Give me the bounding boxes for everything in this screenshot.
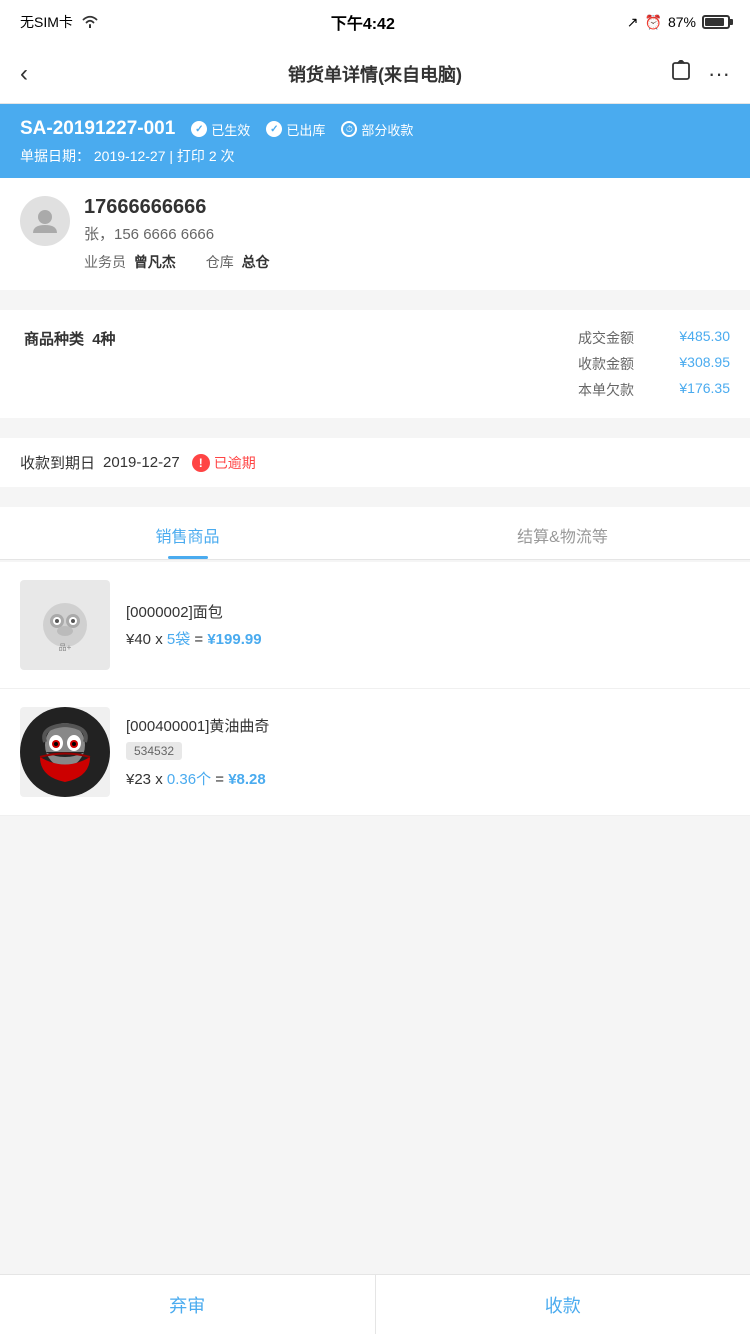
- amount-value: ¥485.30: [650, 328, 730, 348]
- cancel-button[interactable]: 弃审: [0, 1275, 376, 1334]
- product-thumbnail-1: 品+: [20, 580, 110, 670]
- total-2: ¥8.28: [228, 771, 266, 788]
- avatar: [20, 196, 70, 246]
- order-date: 2019-12-27: [94, 148, 166, 164]
- bottom-bar: 弃审 收款: [0, 1274, 750, 1334]
- product-info-2: [000400001]黄油曲奇 534532 ¥23 x 0.36个 = ¥8.…: [126, 715, 730, 789]
- clock-icon: ⏱: [341, 121, 357, 137]
- due-date-section: 收款到期日 2019-12-27 ! 已逾期: [0, 438, 750, 487]
- battery-text: 87%: [668, 14, 696, 30]
- overdue-text: 已逾期: [214, 453, 256, 473]
- back-button[interactable]: ‹: [12, 52, 36, 96]
- price-base-2: ¥23: [126, 771, 151, 788]
- badge-active: ✓ 已生效: [191, 120, 250, 139]
- warehouse-field: 仓库 总仓: [206, 252, 270, 272]
- due-date-value: 2019-12-27: [103, 454, 180, 471]
- product-sku-2: 534532: [126, 742, 182, 760]
- carrier-text: 无SIM卡: [20, 12, 73, 32]
- status-bar: 无SIM卡 下午4:42 ↗ ⏰ 87%: [0, 0, 750, 44]
- warehouse-label: 仓库: [206, 254, 234, 270]
- owed-row: 本单欠款 ¥176.35: [578, 380, 730, 400]
- customer-info: 17666666666 张，156 6666 6666 业务员 曾凡杰 仓库 总…: [84, 196, 730, 272]
- product-thumbnail-2: [20, 707, 110, 797]
- more-icon[interactable]: ···: [708, 61, 730, 87]
- alarm-icon: ⏰: [645, 14, 662, 31]
- amount-label: 成交金额: [578, 328, 634, 348]
- bottom-spacer: [0, 816, 750, 896]
- product-list: 品+ [0000002]面包 ¥40 x 5袋 = ¥199.99: [0, 562, 750, 816]
- location-icon: ↗: [627, 14, 639, 31]
- tabs-container: 销售商品 结算&物流等: [0, 507, 750, 560]
- received-label: 收款金额: [578, 354, 634, 374]
- warehouse-value: 总仓: [242, 254, 270, 270]
- product-name-1: [0000002]面包: [126, 601, 730, 622]
- section-divider2: [0, 418, 750, 428]
- nav-right-actions: ···: [670, 60, 730, 88]
- status-left: 无SIM卡: [20, 12, 99, 32]
- received-value: ¥308.95: [650, 354, 730, 374]
- section-divider3: [0, 487, 750, 497]
- product-types: 商品种类 4种: [20, 328, 116, 349]
- banner-date-row: 单据日期： 2019-12-27 | 打印 2 次: [20, 146, 730, 166]
- page-title: 销货单详情(来自电脑): [288, 61, 462, 87]
- total-1: ¥199.99: [207, 631, 261, 648]
- tab-settlement[interactable]: 结算&物流等: [375, 507, 750, 559]
- amount-row: 成交金额 ¥485.30: [578, 328, 730, 348]
- status-right: ↗ ⏰ 87%: [627, 14, 730, 31]
- salesperson-value: 曾凡杰: [134, 254, 176, 270]
- overdue-badge: ! 已逾期: [192, 453, 256, 473]
- salesperson-field: 业务员 曾凡杰: [84, 252, 176, 272]
- price-base-1: ¥40: [126, 631, 151, 648]
- qty-2: 0.36个: [167, 771, 211, 788]
- customer-meta: 业务员 曾凡杰 仓库 总仓: [84, 252, 730, 272]
- list-item: [000400001]黄油曲奇 534532 ¥23 x 0.36个 = ¥8.…: [0, 689, 750, 816]
- product-price-1: ¥40 x 5袋 = ¥199.99: [126, 628, 730, 649]
- tab-sales-products[interactable]: 销售商品: [0, 507, 375, 559]
- product-info-1: [0000002]面包 ¥40 x 5袋 = ¥199.99: [126, 601, 730, 649]
- status-time: 下午4:42: [331, 10, 395, 34]
- due-date-label: 收款到期日: [20, 452, 95, 473]
- header-banner: SA-20191227-001 ✓ 已生效 ✓ 已出库 ⏱ 部分收款 单据日期：…: [0, 104, 750, 178]
- summary-amounts: 成交金额 ¥485.30 收款金额 ¥308.95 本单欠款 ¥176.35: [578, 328, 730, 400]
- date-label: 单据日期：: [20, 148, 90, 164]
- owed-value: ¥176.35: [650, 380, 730, 400]
- check-icon2: ✓: [266, 121, 282, 137]
- confirm-button[interactable]: 收款: [376, 1275, 750, 1334]
- overdue-icon: !: [192, 454, 210, 472]
- banner-row1: SA-20191227-001 ✓ 已生效 ✓ 已出库 ⏱ 部分收款: [20, 118, 730, 140]
- types-label: 商品种类: [24, 331, 84, 348]
- salesperson-label: 业务员: [84, 254, 126, 270]
- qty-1: 5袋: [167, 631, 190, 648]
- svg-text:品+: 品+: [59, 643, 72, 652]
- order-id: SA-20191227-001: [20, 118, 175, 140]
- summary-section: 商品种类 4种 成交金额 ¥485.30 收款金额 ¥308.95 本单欠款 ¥…: [0, 310, 750, 418]
- share-icon[interactable]: [670, 60, 692, 88]
- owed-label: 本单欠款: [578, 380, 634, 400]
- print-info: | 打印 2 次: [169, 148, 234, 164]
- section-divider: [0, 290, 750, 300]
- wifi-icon: [81, 14, 99, 31]
- battery-icon: [702, 15, 730, 29]
- product-price-2: ¥23 x 0.36个 = ¥8.28: [126, 768, 730, 789]
- customer-name-phone: 张，156 6666 6666: [84, 223, 730, 244]
- product-name-2: [000400001]黄油曲奇: [126, 715, 730, 736]
- received-row: 收款金额 ¥308.95: [578, 354, 730, 374]
- customer-section: 17666666666 张，156 6666 6666 业务员 曾凡杰 仓库 总…: [0, 178, 750, 290]
- types-value: 4种: [92, 331, 115, 348]
- customer-account-id: 17666666666: [84, 196, 730, 219]
- nav-bar: ‹ 销货单详情(来自电脑) ···: [0, 44, 750, 104]
- badge-shipped: ✓ 已出库: [266, 120, 325, 139]
- check-icon: ✓: [191, 121, 207, 137]
- list-item: 品+ [0000002]面包 ¥40 x 5袋 = ¥199.99: [0, 562, 750, 689]
- badge-partial: ⏱ 部分收款: [341, 120, 413, 139]
